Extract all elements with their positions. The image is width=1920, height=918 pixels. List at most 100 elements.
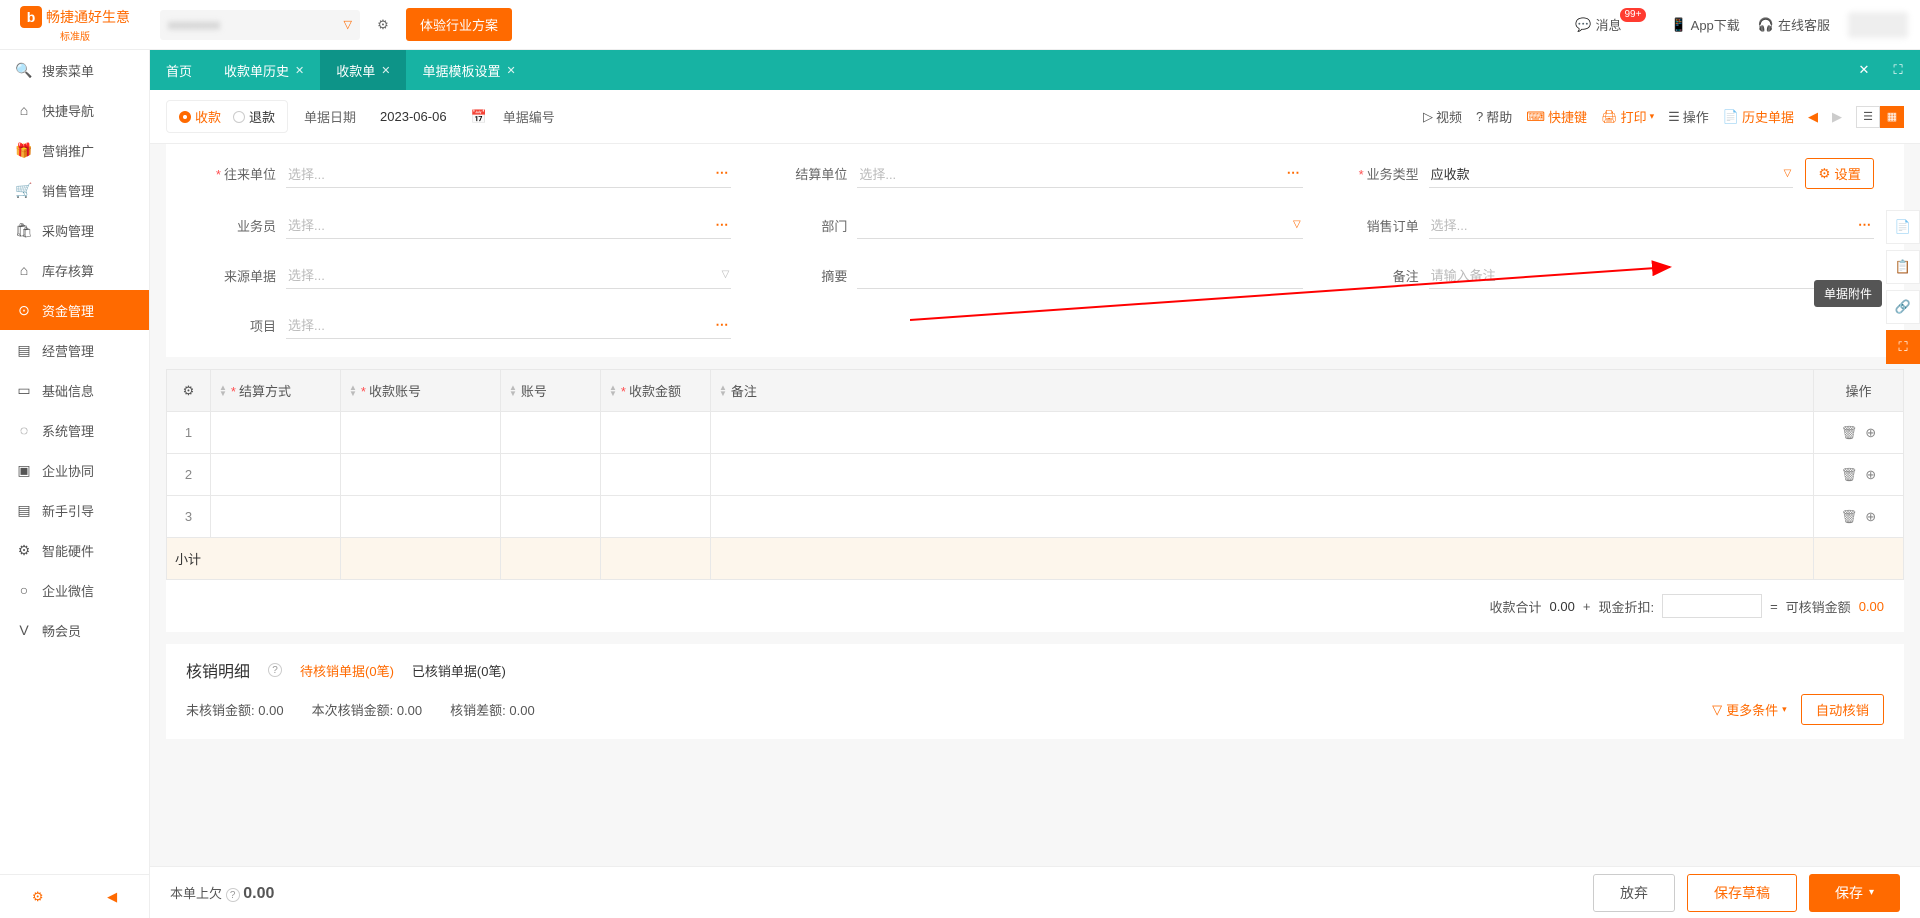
auto-verify-button[interactable]: 自动核销 [1801,694,1884,725]
gear-icon[interactable]: ⚙ [183,383,195,398]
pending-link[interactable]: 待核销单据(0笔) [300,661,394,680]
dock-attachment-icon[interactable]: 🔗 [1886,290,1920,324]
logo: b 畅捷通好生意 标准版 [0,6,150,43]
discount-input[interactable] [1662,594,1762,618]
next-icon[interactable]: ▶ [1832,109,1842,125]
radio-refund[interactable]: 退款 [233,107,275,126]
sidebar-item-3[interactable]: 🛒销售管理 [0,170,149,210]
tab-0[interactable]: 首页 [150,50,208,90]
col-acctno[interactable]: 账号 [521,381,547,400]
more-conditions-link[interactable]: ▽更多条件▾ [1712,700,1787,719]
shortcut-link[interactable]: ⌨快捷键 [1526,107,1587,126]
sidebar-item-11[interactable]: ▤新手引导 [0,490,149,530]
sidebar-item-0[interactable]: 🔍搜索菜单 [0,50,149,90]
user-avatar[interactable] [1848,12,1908,38]
summary-label: 摘要 [767,266,857,285]
col-amount[interactable]: 收款金额 [621,381,681,400]
done-link[interactable]: 已核销单据(0笔) [412,661,506,680]
delete-icon[interactable]: 🗑 [1841,425,1858,440]
sidebar-label: 快捷导航 [42,101,94,120]
sidebar-item-8[interactable]: ▭基础信息 [0,370,149,410]
biz-type-input[interactable]: 应收款▽ [1429,160,1794,188]
sidebar-icon: 🔍 [16,62,32,78]
table-row[interactable]: 1🗑⊕ [167,412,1904,454]
close-icon[interactable]: ✕ [381,64,390,77]
gear-icon[interactable]: ⚙ [368,10,398,40]
dock-expand-icon[interactable]: ⛶ [1886,330,1920,364]
draft-button[interactable]: 保存草稿 [1687,874,1797,912]
sidebar-item-9[interactable]: ◌系统管理 [0,410,149,450]
detail-table: ⚙ ▲▼结算方式 ▲▼收款账号 ▲▼账号 ▲▼收款金额 ▲▼备注 操作 1🗑⊕2… [166,369,1904,580]
cancel-button[interactable]: 放弃 [1593,874,1675,912]
sidebar-item-10[interactable]: ▣企业协同 [0,450,149,490]
history-link[interactable]: 📄历史单据 [1723,107,1794,126]
sidebar-item-13[interactable]: ○企业微信 [0,570,149,610]
tab-2[interactable]: 收款单✕ [320,50,406,90]
view-list-button[interactable]: ☰ [1856,106,1880,128]
sales-order-input[interactable]: 选择...⋯ [1429,211,1874,239]
col-remark[interactable]: 备注 [731,381,757,400]
dock-copy-icon[interactable]: 📋 [1886,250,1920,284]
play-icon: ▷ [1423,109,1433,125]
dock-draft-icon[interactable]: 📄 [1886,210,1920,244]
project-input[interactable]: 选择...⋯ [286,311,731,339]
operate-link[interactable]: ☰操作 [1668,107,1709,126]
question-icon[interactable]: ? [268,663,282,677]
help-link[interactable]: ?帮助 [1476,107,1512,126]
question-icon[interactable]: ? [226,888,240,902]
dept-label: 部门 [767,216,857,235]
logo-edition: 标准版 [60,28,90,43]
table-row[interactable]: 2🗑⊕ [167,454,1904,496]
company-selector[interactable]: xxxxxxxx ▽ [160,10,360,40]
trial-button[interactable]: 体验行业方案 [406,8,512,41]
settings-icon[interactable]: ⚙ [32,889,44,905]
sidebar-item-4[interactable]: 🛍采购管理 [0,210,149,250]
save-button[interactable]: 保存▾ [1809,874,1900,912]
tab-close-button[interactable]: ✕ [1850,56,1878,84]
date-value[interactable]: 2023-06-06 [372,105,455,128]
sidebar-item-5[interactable]: ⌂库存核算 [0,250,149,290]
video-link[interactable]: ▷视频 [1423,107,1462,126]
delete-icon[interactable]: 🗑 [1841,467,1858,482]
delete-icon[interactable]: 🗑 [1841,509,1858,524]
remark-input[interactable]: 请输入备注 [1429,261,1874,289]
app-download-link[interactable]: 📱 App下载 [1670,15,1739,34]
settle-unit-input[interactable]: 选择...⋯ [857,160,1302,188]
add-icon[interactable]: ⊕ [1865,425,1876,440]
fullscreen-icon[interactable]: ⛶ [1884,56,1912,84]
summary-input[interactable] [857,261,1302,289]
tab-1[interactable]: 收款单历史✕ [208,50,320,90]
dept-input[interactable]: ▽ [857,211,1302,239]
collapse-icon[interactable]: ◀ [107,889,117,905]
add-icon[interactable]: ⊕ [1865,467,1876,482]
sidebar-item-12[interactable]: ⚙智能硬件 [0,530,149,570]
table-row[interactable]: 3🗑⊕ [167,496,1904,538]
receipt-type-radio[interactable]: 收款 退款 [166,100,288,133]
messages-link[interactable]: 💬 消息 99+ [1575,15,1652,34]
source-input[interactable]: 选择...▽ [286,261,731,289]
sidebar-item-2[interactable]: 🎁营销推广 [0,130,149,170]
salesman-input[interactable]: 选择...⋯ [286,211,731,239]
calendar-icon[interactable]: 📅 [471,109,487,125]
partner-input[interactable]: 选择...⋯ [286,160,731,188]
prev-icon[interactable]: ◀ [1808,109,1818,125]
col-account[interactable]: 收款账号 [361,381,421,400]
col-settle-method[interactable]: 结算方式 [231,381,291,400]
sidebar-item-1[interactable]: ⌂快捷导航 [0,90,149,130]
close-icon[interactable]: ✕ [295,64,304,77]
sidebar-item-6[interactable]: ⊙资金管理 [0,290,149,330]
thistime-label: 本次核销金额: [312,703,394,718]
view-detail-button[interactable]: ▦ [1880,106,1904,128]
support-link[interactable]: 🎧 在线客服 [1758,15,1830,34]
sidebar-item-14[interactable]: V畅会员 [0,610,149,650]
close-icon[interactable]: ✕ [507,64,516,77]
project-label: 项目 [196,316,286,335]
date-label: 单据日期 [304,107,356,126]
settings-button[interactable]: ⚙设置 [1805,158,1874,189]
print-dropdown[interactable]: 🖨打印▾ [1601,107,1654,126]
sidebar-icon: 🛍 [16,222,32,238]
add-icon[interactable]: ⊕ [1865,509,1876,524]
radio-receive[interactable]: 收款 [179,107,221,126]
tab-3[interactable]: 单据模板设置✕ [406,50,531,90]
sidebar-item-7[interactable]: ▤经营管理 [0,330,149,370]
